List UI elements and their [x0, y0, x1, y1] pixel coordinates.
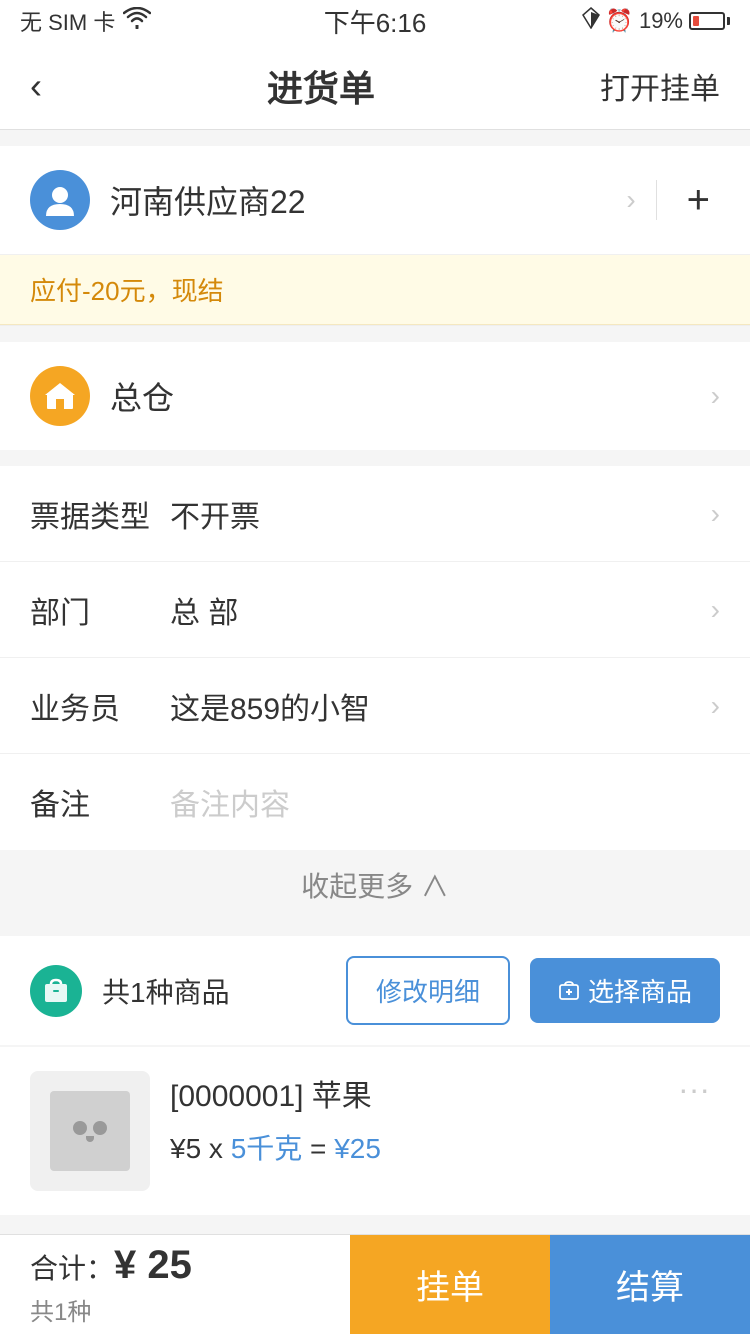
warehouse-icon	[30, 366, 90, 426]
supplier-divider	[656, 180, 657, 220]
dept-label: 部门	[30, 588, 150, 632]
location-icon	[582, 7, 600, 35]
supplier-section: 河南供应商22 › + 应付-20元，现结	[0, 146, 750, 326]
wifi-icon	[123, 7, 151, 35]
staff-value: 这是859的小智	[150, 684, 701, 728]
status-left: 无 SIM 卡	[20, 5, 151, 37]
dept-chevron-icon: ›	[711, 594, 720, 626]
warehouse-section[interactable]: 总仓 ›	[0, 342, 750, 450]
collapse-bar[interactable]: 收起更多 ∧	[0, 850, 750, 920]
product-info: [0000001] 苹果 ¥5 x 5千克 = ¥25	[170, 1071, 668, 1167]
product-item: [0000001] 苹果 ¥5 x 5千克 = ¥25 ···	[0, 1047, 750, 1215]
battery-icon	[689, 12, 730, 30]
supplier-row[interactable]: 河南供应商22 › +	[0, 146, 750, 255]
status-right: ⏰ 19%	[582, 7, 730, 35]
add-button[interactable]: +	[677, 178, 720, 223]
select-product-button[interactable]: 选择商品	[530, 958, 720, 1023]
select-product-label: 选择商品	[588, 972, 692, 1009]
total-label: 合计：	[30, 1253, 114, 1284]
product-more-button[interactable]: ···	[668, 1071, 720, 1108]
back-button[interactable]: ‹	[30, 65, 42, 107]
battery-percent: 19%	[639, 8, 683, 34]
status-bar: 无 SIM 卡 下午6:16 ⏰ 19%	[0, 0, 750, 42]
bottom-bar: 合计：¥ 25 共1种 挂单 结算	[0, 1234, 750, 1334]
warehouse-row[interactable]: 总仓 ›	[0, 342, 750, 450]
bottom-total: 合计：¥ 25 共1种	[0, 1243, 350, 1327]
warehouse-name: 总仓	[110, 373, 701, 419]
open-hang-button[interactable]: 打开挂单	[600, 64, 720, 108]
form-section: 票据类型 不开票 › 部门 总 部 › 业务员 这是859的小智 › 备注 备注…	[0, 466, 750, 850]
page-title: 进货单	[267, 60, 375, 112]
product-thumb-inner	[50, 1091, 130, 1171]
staff-label: 业务员	[30, 684, 150, 728]
nav-bar: ‹ 进货单 打开挂单	[0, 42, 750, 130]
notice-bar: 应付-20元，现结	[0, 255, 750, 325]
product-thumbnail	[30, 1071, 150, 1191]
owl-icon	[73, 1121, 107, 1142]
notice-text: 应付-20元，现结	[30, 276, 224, 306]
total-value: ¥25	[334, 1133, 381, 1164]
hang-button[interactable]: 挂单	[350, 1235, 550, 1334]
collapse-label: 收起更多 ∧	[301, 865, 449, 905]
dept-row[interactable]: 部门 总 部 ›	[0, 562, 750, 658]
content: 河南供应商22 › + 应付-20元，现结 总仓 › 票据类型 不开票	[0, 146, 750, 1325]
staff-row[interactable]: 业务员 这是859的小智 ›	[0, 658, 750, 754]
staff-chevron-icon: ›	[711, 690, 720, 722]
product-price: ¥5 x 5千克 = ¥25	[170, 1127, 668, 1167]
invoice-row[interactable]: 票据类型 不开票 ›	[0, 466, 750, 562]
equals-sign: =	[302, 1133, 334, 1164]
total-main: 合计：¥ 25	[30, 1243, 320, 1288]
invoice-chevron-icon: ›	[711, 498, 720, 530]
product-name: [0000001] 苹果	[170, 1071, 668, 1115]
supplier-avatar	[30, 170, 90, 230]
chevron-right-icon: ›	[626, 184, 635, 216]
invoice-label: 票据类型	[30, 492, 150, 536]
total-sub: 共1种	[30, 1292, 320, 1327]
supplier-name: 河南供应商22	[110, 177, 616, 223]
product-id: [0000001]	[170, 1080, 312, 1113]
warehouse-chevron-icon: ›	[711, 380, 720, 412]
alarm-icon: ⏰	[606, 8, 633, 34]
quantity-value: 5千克	[231, 1133, 303, 1164]
settle-button[interactable]: 结算	[550, 1235, 750, 1334]
product-count-label: 共1种商品	[102, 971, 326, 1011]
product-header: 共1种商品 修改明细 选择商品	[0, 936, 750, 1045]
total-amount: ¥ 25	[114, 1243, 192, 1287]
remark-label: 备注	[30, 780, 150, 824]
edit-detail-button[interactable]: 修改明细	[346, 956, 510, 1025]
price-value: ¥5 x	[170, 1133, 231, 1164]
status-time: 下午6:16	[324, 3, 427, 40]
remark-row[interactable]: 备注 备注内容	[0, 754, 750, 850]
dept-value: 总 部	[150, 588, 701, 632]
product-icon	[30, 965, 82, 1017]
carrier-label: 无 SIM 卡	[20, 5, 115, 37]
product-title: 苹果	[312, 1080, 372, 1113]
invoice-value: 不开票	[150, 492, 701, 536]
remark-input[interactable]: 备注内容	[150, 780, 720, 824]
